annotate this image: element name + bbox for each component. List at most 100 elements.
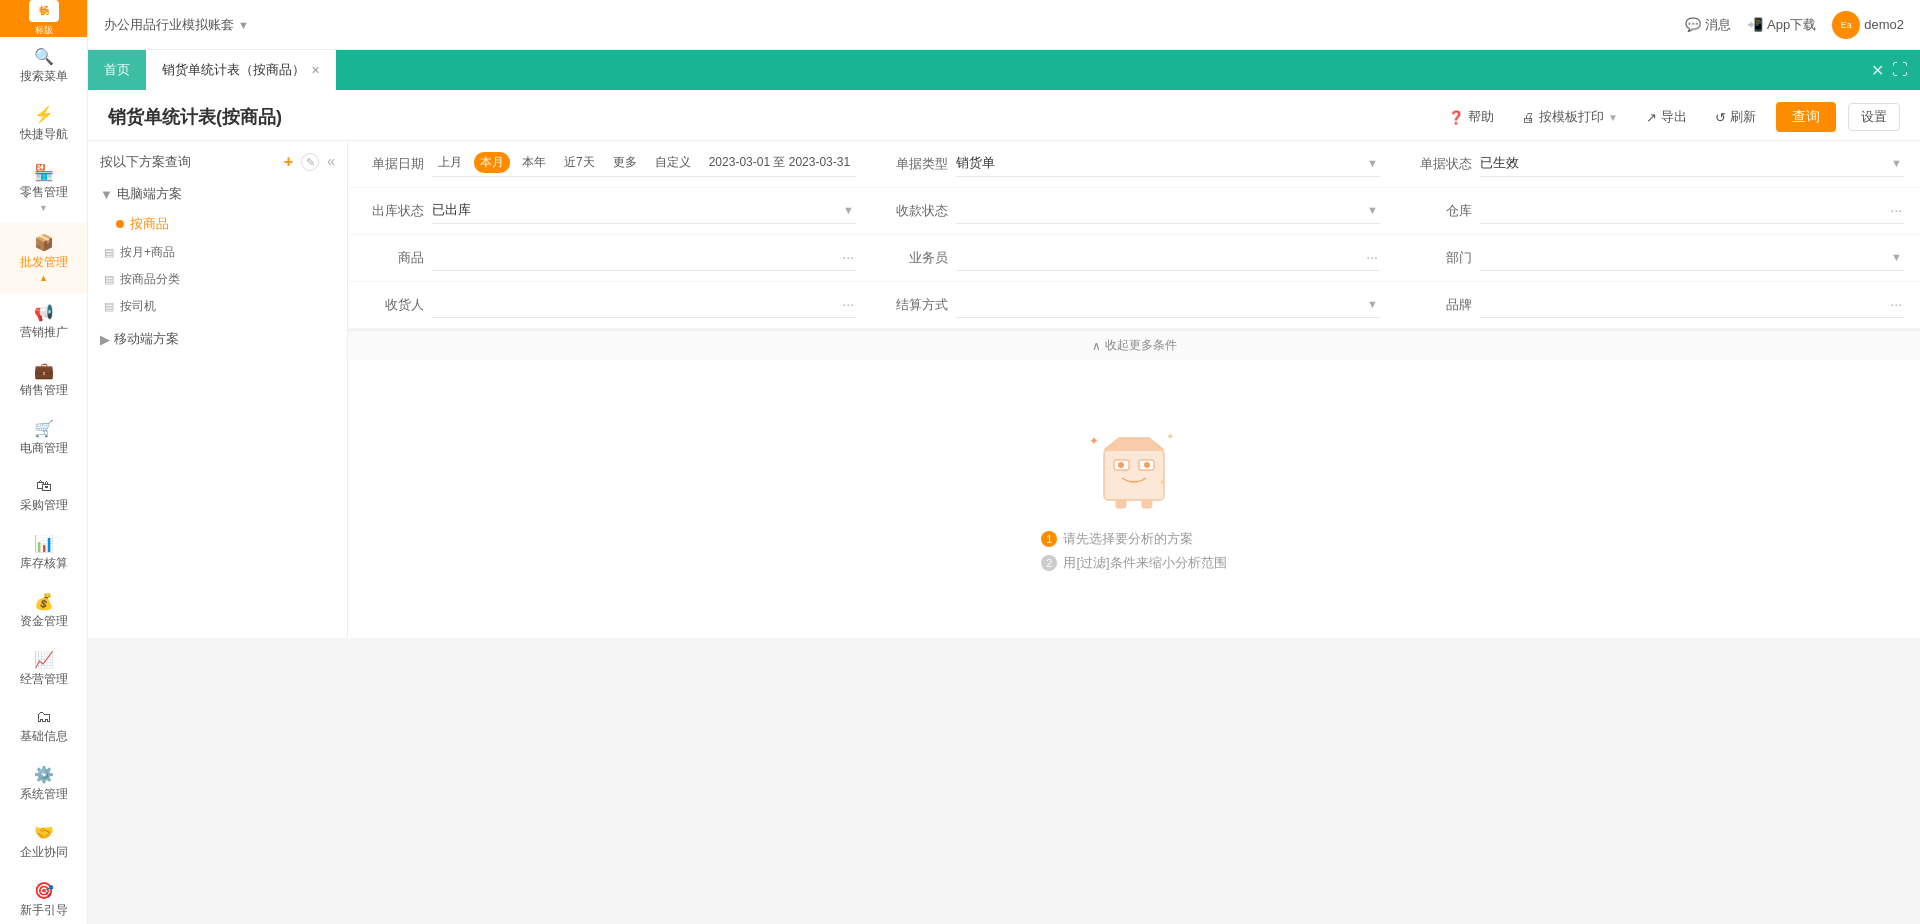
tip-num-1: 1 bbox=[1041, 531, 1057, 547]
avatar: Ea bbox=[1832, 11, 1860, 39]
date-tag-7days[interactable]: 近7天 bbox=[558, 152, 601, 173]
tip-num-2: 2 bbox=[1041, 555, 1057, 571]
receiver-value[interactable]: ··· bbox=[432, 292, 856, 318]
topbar-actions: 💬 消息 📲 App下载 Ea demo2 bbox=[1685, 11, 1904, 39]
refresh-button[interactable]: ↺ 刷新 bbox=[1707, 104, 1764, 130]
svg-text:✦: ✦ bbox=[1159, 478, 1166, 487]
scheme-item-by-category[interactable]: ▤ 按商品分类 bbox=[88, 266, 347, 293]
sidebar-item-wholesale[interactable]: 📦 批发管理 ▲ bbox=[0, 223, 87, 293]
ecom-icon: 🛒 bbox=[34, 419, 54, 438]
staff-dots[interactable]: ··· bbox=[1366, 249, 1378, 265]
sidebar-item-guide[interactable]: 🎯 新手引导 bbox=[0, 871, 87, 924]
message-action[interactable]: 💬 消息 bbox=[1685, 16, 1731, 34]
print-icon: 🖨 bbox=[1522, 110, 1535, 125]
print-button[interactable]: 🖨 按模板打印 ▼ bbox=[1514, 104, 1626, 130]
topbar: 办公用品行业模拟账套 ▼ 💬 消息 📲 App下载 Ea demo2 bbox=[88, 0, 1920, 50]
tab-report[interactable]: 销货单统计表（按商品） ✕ bbox=[146, 50, 336, 90]
scheme-item-by-goods[interactable]: 按商品 bbox=[88, 209, 347, 239]
empty-illustration: ✦ ✦ ✦ bbox=[1084, 420, 1184, 510]
warehouse-label: 仓库 bbox=[1412, 202, 1480, 220]
tab-maximize-button[interactable]: ⛶ bbox=[1892, 61, 1908, 79]
settle-value[interactable]: ▼ bbox=[956, 292, 1380, 318]
sidebar-item-ecom[interactable]: 🛒 电商管理 bbox=[0, 409, 87, 467]
app-download-action[interactable]: 📲 App下载 bbox=[1747, 16, 1816, 34]
help-icon: ❓ bbox=[1448, 110, 1464, 125]
sidebar-item-system[interactable]: ⚙️ 系统管理 bbox=[0, 755, 87, 813]
tab-home[interactable]: 首页 bbox=[88, 50, 146, 90]
sidebar-item-collab[interactable]: 🤝 企业协同 bbox=[0, 813, 87, 871]
receive-label: 收款状态 bbox=[888, 202, 956, 220]
body-area: 按以下方案查询 + ✎ « ▼ 电脑端方案 bbox=[88, 141, 1920, 638]
sidebar-item-purchase[interactable]: 🛍 采购管理 bbox=[0, 467, 87, 524]
svg-text:✦: ✦ bbox=[1089, 434, 1099, 448]
filter-cell-dept: 部门 ▼ bbox=[1396, 235, 1920, 282]
date-tag-custom[interactable]: 自定义 bbox=[649, 152, 697, 173]
sidebar-item-basic[interactable]: 🗂 基础信息 bbox=[0, 698, 87, 755]
user-action[interactable]: Ea demo2 bbox=[1832, 11, 1904, 39]
sidebar-item-search[interactable]: 🔍 搜索菜单 bbox=[0, 37, 87, 95]
tab-close-button[interactable]: ✕ bbox=[311, 64, 320, 77]
print-dropdown-arrow[interactable]: ▼ bbox=[1608, 112, 1618, 123]
basic-icon: 🗂 bbox=[36, 708, 52, 726]
scheme-item-by-driver[interactable]: ▤ 按司机 bbox=[88, 293, 347, 320]
table-icon-2: ▤ bbox=[104, 273, 114, 286]
purchase-icon: 🛍 bbox=[36, 477, 52, 495]
date-tag-last-month[interactable]: 上月 bbox=[432, 152, 468, 173]
receive-value[interactable]: ▼ bbox=[956, 198, 1380, 224]
industry-dropdown-arrow[interactable]: ▼ bbox=[238, 19, 249, 31]
scheme-collapse-button[interactable]: « bbox=[327, 153, 335, 171]
dept-value[interactable]: ▼ bbox=[1480, 245, 1904, 271]
help-button[interactable]: ❓ 帮助 bbox=[1440, 104, 1502, 130]
app-logo[interactable]: 畅 标版 bbox=[0, 0, 87, 37]
sidebar-item-inventory[interactable]: 📊 库存核算 bbox=[0, 524, 87, 582]
receiver-label: 收货人 bbox=[364, 296, 432, 314]
retail-icon: 🏪 bbox=[34, 163, 54, 182]
settings-button[interactable]: 设置 bbox=[1848, 103, 1900, 131]
goods-value[interactable]: ··· bbox=[432, 245, 856, 271]
scheme-group-mobile-title[interactable]: ▶ 移动端方案 bbox=[88, 324, 347, 354]
date-tag-this-month[interactable]: 本月 bbox=[474, 152, 510, 173]
outstock-dropdown-arrow[interactable]: ▼ bbox=[843, 204, 854, 216]
receive-dropdown-arrow[interactable]: ▼ bbox=[1367, 204, 1378, 216]
sidebar-item-retail[interactable]: 🏪 零售管理 ▼ bbox=[0, 153, 87, 223]
scheme-add-button[interactable]: + bbox=[284, 153, 293, 171]
tab-close-window-button[interactable]: ✕ bbox=[1871, 61, 1884, 80]
sidebar-item-operation[interactable]: 📈 经营管理 bbox=[0, 640, 87, 698]
warehouse-value[interactable]: ··· bbox=[1480, 198, 1904, 224]
status-dropdown-arrow[interactable]: ▼ bbox=[1891, 157, 1902, 169]
page-actions: ❓ 帮助 🖨 按模板打印 ▼ ↗ 导出 ↺ 刷新 bbox=[1440, 102, 1900, 132]
sidebar-item-sales[interactable]: 💼 销售管理 bbox=[0, 351, 87, 409]
brand-dots[interactable]: ··· bbox=[1890, 296, 1902, 312]
receiver-dots[interactable]: ··· bbox=[842, 296, 854, 312]
scheme-group-desktop-title[interactable]: ▼ 电脑端方案 bbox=[88, 179, 347, 209]
collapse-arrow-icon: ∧ bbox=[1092, 339, 1101, 353]
date-tag-this-year[interactable]: 本年 bbox=[516, 152, 552, 173]
query-button[interactable]: 查询 bbox=[1776, 102, 1836, 132]
scheme-item-by-month-goods[interactable]: ▤ 按月+商品 bbox=[88, 239, 347, 266]
export-button[interactable]: ↗ 导出 bbox=[1638, 104, 1695, 130]
brand-value[interactable]: ··· bbox=[1480, 292, 1904, 318]
date-range-value: 2023-03-01 至 2023-03-31 bbox=[709, 154, 850, 171]
outstock-value[interactable]: 已出库 ▼ bbox=[432, 198, 856, 224]
staff-value[interactable]: ··· bbox=[956, 245, 1380, 271]
sidebar-item-finance[interactable]: 💰 资金管理 bbox=[0, 582, 87, 640]
scheme-edit-button[interactable]: ✎ bbox=[301, 153, 319, 171]
sidebar-item-marketing[interactable]: 📢 营销推广 bbox=[0, 293, 87, 351]
finance-icon: 💰 bbox=[34, 592, 54, 611]
status-value[interactable]: 已生效 ▼ bbox=[1480, 151, 1904, 177]
dept-dropdown-arrow[interactable]: ▼ bbox=[1891, 251, 1902, 263]
collapse-bar[interactable]: ∧ 收起更多条件 bbox=[348, 330, 1920, 360]
warehouse-dots[interactable]: ··· bbox=[1890, 202, 1902, 218]
right-area: 单据日期 上月 本月 本年 近7天 更多 自定义 2023-03-01 至 20… bbox=[348, 141, 1920, 638]
home-tab-label: 首页 bbox=[104, 61, 130, 79]
type-value[interactable]: 销货单 ▼ bbox=[956, 151, 1380, 177]
goods-dots[interactable]: ··· bbox=[842, 249, 854, 265]
type-dropdown-arrow[interactable]: ▼ bbox=[1367, 157, 1378, 169]
filter-cell-receiver: 收货人 ··· bbox=[348, 282, 872, 329]
filter-cell-status: 单据状态 已生效 ▼ bbox=[1396, 141, 1920, 188]
sidebar-item-quicknav[interactable]: ⚡ 快捷导航 bbox=[0, 95, 87, 153]
scheme-panel: 按以下方案查询 + ✎ « ▼ 电脑端方案 bbox=[88, 141, 348, 638]
scheme-group-mobile-arrow: ▶ bbox=[100, 332, 110, 347]
date-tag-more[interactable]: 更多 bbox=[607, 152, 643, 173]
settle-dropdown-arrow[interactable]: ▼ bbox=[1367, 298, 1378, 310]
